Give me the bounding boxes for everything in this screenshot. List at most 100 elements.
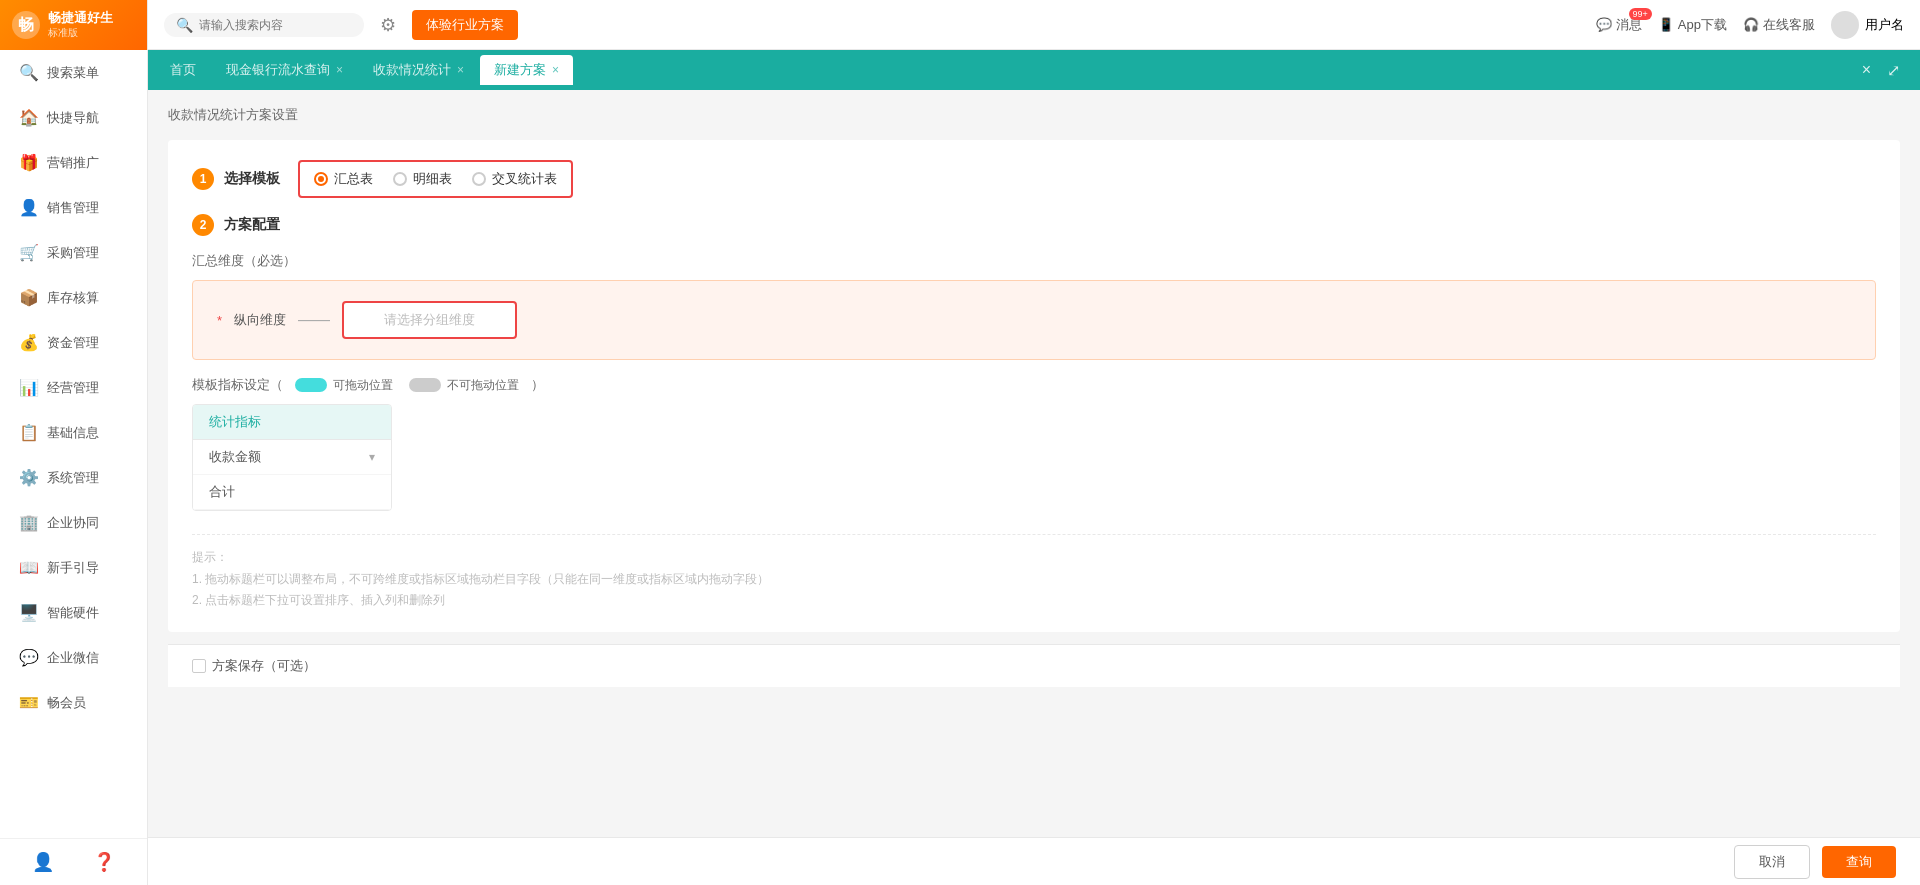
sidebar-item-label: 搜索菜单: [47, 64, 99, 82]
close-tab-icon[interactable]: ×: [1858, 59, 1875, 81]
tab-new-plan-close[interactable]: ×: [552, 63, 559, 77]
app-download-label: App下载: [1678, 16, 1727, 34]
sidebar-item-label: 系统管理: [47, 469, 99, 487]
sidebar-item-label: 基础信息: [47, 424, 99, 442]
radio-detail-circle: [393, 172, 407, 186]
sidebar-footer: 👤 ❓: [0, 838, 147, 885]
tab-home-label: 首页: [170, 61, 196, 79]
step2-header: 2 方案配置: [192, 214, 1876, 236]
dimension-area: * 纵向维度 —— 请选择分组维度: [192, 280, 1876, 360]
metric-header: 模板指标设定（ 可拖动位置 不可拖动位置: [192, 376, 1876, 394]
radio-cross[interactable]: 交叉统计表: [472, 170, 557, 188]
settings-card: 1 选择模板 汇总表 明细表 交叉统计表: [168, 140, 1900, 632]
sidebar-footer-avatar1[interactable]: 👤: [32, 851, 54, 873]
message-badge: 99+: [1629, 8, 1652, 20]
radio-summary[interactable]: 汇总表: [314, 170, 373, 188]
content-area: 收款情况统计方案设置 1 选择模板 汇总表 明细表: [148, 90, 1920, 837]
sidebar-item-hardware[interactable]: 🖥️ 智能硬件: [0, 590, 147, 635]
book-icon: 📖: [19, 558, 39, 577]
radio-detail[interactable]: 明细表: [393, 170, 452, 188]
sidebar-item-label: 畅会员: [47, 694, 86, 712]
tab-bank-flow[interactable]: 现金银行流水查询 ×: [212, 55, 357, 85]
chat-icon: 💬: [19, 648, 39, 667]
mobile-icon: 📱: [1658, 17, 1674, 32]
avatar: [1831, 11, 1859, 39]
cancel-button[interactable]: 取消: [1734, 845, 1810, 879]
radio-cross-label: 交叉统计表: [492, 170, 557, 188]
bottom-bar: 取消 查询: [148, 837, 1920, 885]
tab-receipt-stat-close[interactable]: ×: [457, 63, 464, 77]
sidebar-item-newbie[interactable]: 📖 新手引导: [0, 545, 147, 590]
metric-row-label-0: 收款金额: [209, 448, 261, 466]
tab-bank-flow-close[interactable]: ×: [336, 63, 343, 77]
app-download-btn[interactable]: 📱 App下载: [1658, 16, 1727, 34]
step1-header: 1 选择模板 汇总表 明细表 交叉统计表: [192, 160, 1876, 198]
tab-new-plan[interactable]: 新建方案 ×: [480, 55, 573, 85]
sidebar-item-system[interactable]: ⚙️ 系统管理: [0, 455, 147, 500]
save-checkbox-label[interactable]: 方案保存（可选）: [192, 657, 1876, 675]
sidebar-item-marketing[interactable]: 🎁 营销推广: [0, 140, 147, 185]
settings-icon[interactable]: ⚙: [380, 14, 396, 36]
sidebar-item-label: 新手引导: [47, 559, 99, 577]
dimension-section-label: 汇总维度（必选）: [192, 252, 1876, 270]
help-icon: ❓: [93, 851, 115, 873]
sidebar-item-label: 快捷导航: [47, 109, 99, 127]
sidebar-nav: 🔍 搜索菜单 🏠 快捷导航 🎁 营销推广 👤 销售管理 🛒 采购管理 📦 库存核…: [0, 50, 147, 838]
metric-legend: 可拖动位置 不可拖动位置: [295, 377, 519, 394]
tips-item-0: 1. 拖动标题栏可以调整布局，不可跨维度或指标区域拖动栏目字段（只能在同一维度或…: [192, 569, 1876, 591]
template-radio-group: 汇总表 明细表 交叉统计表: [298, 160, 573, 198]
tab-receipt-stat-label: 收款情况统计: [373, 61, 451, 79]
breadcrumb: 收款情况统计方案设置: [168, 106, 1900, 124]
sidebar-item-inventory[interactable]: 📦 库存核算: [0, 275, 147, 320]
money-icon: 💰: [19, 333, 39, 352]
sidebar-item-wechat[interactable]: 💬 企业微信: [0, 635, 147, 680]
sidebar-item-quick-nav[interactable]: 🏠 快捷导航: [0, 95, 147, 140]
online-service-btn[interactable]: 🎧 在线客服: [1743, 16, 1815, 34]
vertical-dim-label: 纵向维度: [234, 311, 286, 329]
tab-home[interactable]: 首页: [156, 55, 210, 85]
tabs-bar: 首页 现金银行流水查询 × 收款情况统计 × 新建方案 × × ⤢: [148, 50, 1920, 90]
chart-icon: 📊: [19, 378, 39, 397]
dimension-select[interactable]: 请选择分组维度: [342, 301, 517, 339]
sidebar-item-purchase[interactable]: 🛒 采购管理: [0, 230, 147, 275]
sidebar-item-operation[interactable]: 📊 经营管理: [0, 365, 147, 410]
sidebar-item-search[interactable]: 🔍 搜索菜单: [0, 50, 147, 95]
tips-section: 提示： 1. 拖动标题栏可以调整布局，不可跨维度或指标区域拖动栏目字段（只能在同…: [192, 534, 1876, 612]
sidebar-footer-avatar2[interactable]: ❓: [93, 851, 115, 873]
sidebar-item-sales[interactable]: 👤 销售管理: [0, 185, 147, 230]
sidebar-item-label: 企业微信: [47, 649, 99, 667]
message-btn[interactable]: 💬 消息 99+: [1596, 16, 1642, 34]
expand-tab-icon[interactable]: ⤢: [1883, 59, 1904, 82]
sidebar-item-label: 智能硬件: [47, 604, 99, 622]
tips-title: 提示：: [192, 547, 1876, 569]
sidebar-item-corp[interactable]: 🏢 企业协同: [0, 500, 147, 545]
service-icon: 🎧: [1743, 17, 1759, 32]
metric-table-row-0[interactable]: 收款金额 ▾: [193, 440, 391, 475]
chevron-down-icon: ▾: [369, 450, 375, 464]
sidebar-item-finance[interactable]: 💰 资金管理: [0, 320, 147, 365]
logo-sub: 标准版: [48, 26, 113, 40]
save-checkbox[interactable]: [192, 659, 206, 673]
logo-title: 畅捷通好生: [48, 10, 113, 26]
query-button[interactable]: 查询: [1822, 846, 1896, 878]
radio-summary-label: 汇总表: [334, 170, 373, 188]
header: 🔍 ⚙ 体验行业方案 💬 消息 99+ 📱 App下载 🎧 在线客服 用户名: [148, 0, 1920, 50]
industry-btn[interactable]: 体验行业方案: [412, 10, 518, 40]
sidebar-item-label: 资金管理: [47, 334, 99, 352]
tab-receipt-stat[interactable]: 收款情况统计 ×: [359, 55, 478, 85]
metric-row-label-1: 合计: [209, 483, 235, 501]
metric-setting-suffix: ）: [531, 376, 544, 394]
step2-title: 方案配置: [224, 216, 280, 234]
sidebar-item-basic[interactable]: 📋 基础信息: [0, 410, 147, 455]
search-bar: 🔍: [164, 13, 364, 37]
sidebar-item-label: 营销推广: [47, 154, 99, 172]
search-input[interactable]: [199, 18, 349, 32]
sidebar-item-label: 经营管理: [47, 379, 99, 397]
sidebar-item-member[interactable]: 🎫 畅会员: [0, 680, 147, 725]
metric-section: 模板指标设定（ 可拖动位置 不可拖动位置: [192, 376, 1876, 514]
metric-table-header-label: 统计指标: [209, 413, 261, 431]
sidebar-item-label: 销售管理: [47, 199, 99, 217]
tabs-actions: × ⤢: [1858, 59, 1912, 82]
search-icon: 🔍: [19, 63, 39, 82]
user-menu[interactable]: 用户名: [1831, 11, 1904, 39]
